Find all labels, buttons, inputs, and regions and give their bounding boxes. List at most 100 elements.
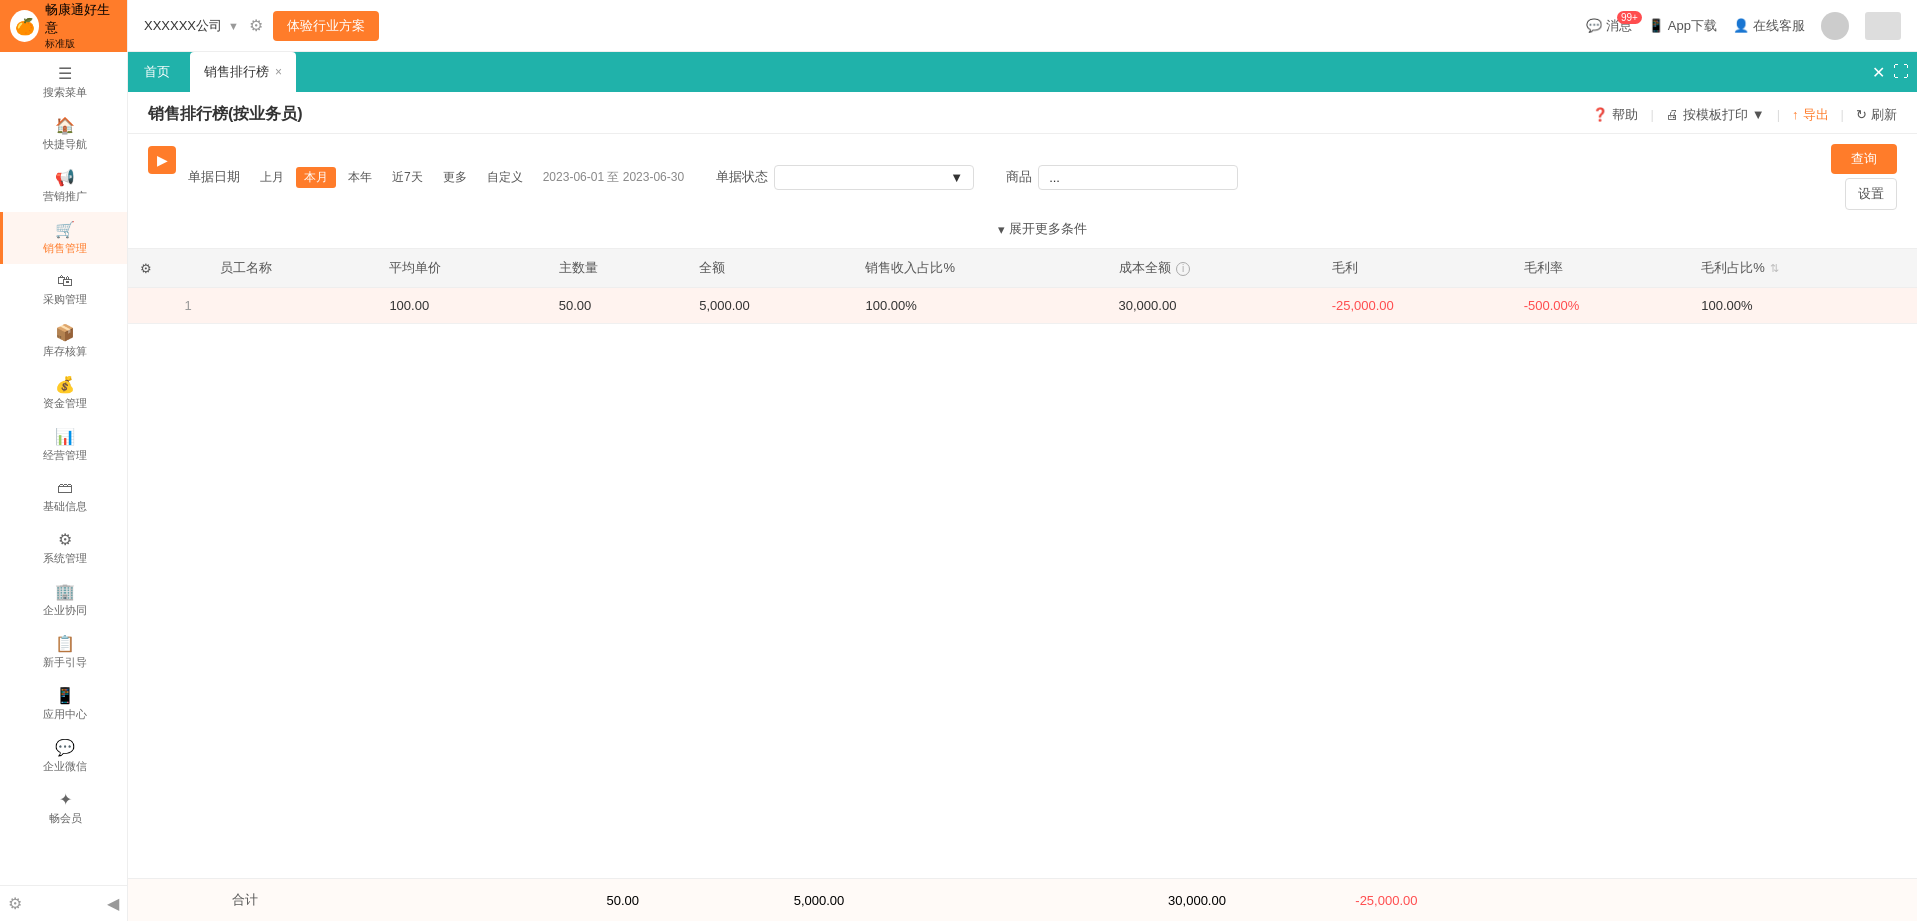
td-sales-pct: 100.00% xyxy=(853,288,1106,324)
sidebar-bottom: ⚙ ◀ xyxy=(0,885,127,921)
status-label: 单据状态 xyxy=(716,168,768,186)
sidebar-item-appstore[interactable]: 📱 应用中心 xyxy=(0,678,127,730)
goods-label: 商品 xyxy=(1006,168,1032,186)
footer-main-qty: 50.00 xyxy=(594,889,781,912)
export-label: 导出 xyxy=(1803,106,1829,124)
search-order-icon: ☰ xyxy=(58,64,72,83)
sidebar-item-wechat[interactable]: 💬 企业微信 xyxy=(0,730,127,782)
print-chevron-icon: ▼ xyxy=(1752,107,1765,122)
sidebar-item-search-order[interactable]: ☰ 搜索菜单 xyxy=(0,56,127,108)
tab-maximize-btn[interactable]: ⛶ xyxy=(1893,63,1909,81)
th-gross-rate: 毛利率 xyxy=(1512,249,1690,288)
th-avg-price: 平均单价 xyxy=(377,249,546,288)
tab-close-window-btn[interactable]: ✕ xyxy=(1872,63,1885,82)
topbar-gear-button[interactable]: ⚙ xyxy=(249,16,263,35)
tab-home-label: 首页 xyxy=(144,63,170,81)
td-amount: 5,000.00 xyxy=(687,288,853,324)
th-sales-pct: 销售收入占比% xyxy=(853,249,1106,288)
th-settings[interactable]: ⚙ xyxy=(128,249,168,288)
user-avatar[interactable] xyxy=(1821,12,1849,40)
goods-select[interactable]: ... xyxy=(1038,165,1238,190)
sidebar-item-label: 经营管理 xyxy=(43,448,87,463)
basics-icon: 🗃 xyxy=(57,479,73,497)
td-gross-pct: 100.00% xyxy=(1689,288,1917,324)
status-filter: 单据状态 ▼ xyxy=(716,165,974,190)
sidebar-item-member[interactable]: ✦ 畅会员 xyxy=(0,782,127,834)
date-tab-last-month[interactable]: 上月 xyxy=(252,167,292,188)
inventory-icon: 📦 xyxy=(55,323,75,342)
th-main-qty: 主数量 xyxy=(547,249,687,288)
sidebar-item-label: 基础信息 xyxy=(43,499,87,514)
page-header: 销售排行榜(按业务员) ❓ 帮助 | 🖨 按模板打印 ▼ | ↑ 导出 | xyxy=(128,92,1917,134)
goods-filter: 商品 ... xyxy=(1006,165,1238,190)
expand-filter-button[interactable]: ▾ 展开更多条件 xyxy=(998,220,1087,238)
refresh-button[interactable]: ↻ 刷新 xyxy=(1856,106,1897,124)
logo-sub: 标准版 xyxy=(45,37,117,51)
sidebar-settings-btn[interactable]: ⚙ xyxy=(8,894,22,913)
message-icon: 💬 xyxy=(1586,18,1602,33)
footer-amount: 5,000.00 xyxy=(782,889,969,912)
wechat-icon: 💬 xyxy=(55,738,75,757)
help-icon: ❓ xyxy=(1592,107,1608,122)
tab-close-button[interactable]: × xyxy=(275,65,282,79)
sidebar-item-label: 快捷导航 xyxy=(43,137,87,152)
online-service-button[interactable]: 👤 在线客服 xyxy=(1733,17,1805,35)
help-button[interactable]: ❓ 帮助 xyxy=(1592,106,1638,124)
system-icon: ⚙ xyxy=(58,530,72,549)
status-select[interactable]: ▼ xyxy=(774,165,974,190)
sidebar-item-label: 新手引导 xyxy=(43,655,87,670)
sidebar-item-finance[interactable]: 💰 资金管理 xyxy=(0,367,127,419)
forward-button[interactable]: ▶ xyxy=(148,146,176,174)
logo: 🍊 畅康通好生意 标准版 xyxy=(0,0,127,52)
sidebar-item-inventory[interactable]: 📦 库存核算 xyxy=(0,315,127,367)
date-label: 单据日期 xyxy=(188,168,240,186)
sidebar-item-label: 搜索菜单 xyxy=(43,85,87,100)
sidebar-item-label: 企业协同 xyxy=(43,603,87,618)
date-tab-this-month[interactable]: 本月 xyxy=(296,167,336,188)
tabbar-right: ✕ ⛶ xyxy=(1872,63,1917,82)
date-tab-custom[interactable]: 自定义 xyxy=(479,167,531,188)
home-icon: 🏠 xyxy=(55,116,75,135)
company-selector[interactable]: XXXXXX公司 ▼ xyxy=(144,17,239,35)
user-name-display[interactable] xyxy=(1865,12,1901,40)
gross-pct-sort-icon[interactable]: ⇅ xyxy=(1770,262,1779,274)
search-button[interactable]: 查询 xyxy=(1831,144,1897,174)
app-label: App下载 xyxy=(1668,17,1717,35)
footer-gross-rate xyxy=(1531,896,1718,904)
td-name xyxy=(208,288,377,324)
cost-info-icon[interactable]: i xyxy=(1176,262,1190,276)
date-tab-this-year[interactable]: 本年 xyxy=(340,167,380,188)
sidebar-item-marketing[interactable]: 📢 营销推广 xyxy=(0,160,127,212)
expand-label: 展开更多条件 xyxy=(1009,220,1087,238)
tab-sales-ranking[interactable]: 销售排行榜 × xyxy=(190,52,296,92)
td-cost: 30,000.00 xyxy=(1107,288,1320,324)
sidebar-item-operations[interactable]: 📊 经营管理 xyxy=(0,419,127,471)
setting-button[interactable]: 设置 xyxy=(1845,178,1897,210)
message-button[interactable]: 💬 消息 99+ xyxy=(1586,17,1632,35)
service-label: 在线客服 xyxy=(1753,17,1805,35)
table-row: 1 100.00 50.00 5,000.00 100.00% 30,000.0… xyxy=(128,288,1917,324)
template-print-button[interactable]: 🖨 按模板打印 ▼ xyxy=(1666,106,1765,124)
date-tab-7days[interactable]: 近7天 xyxy=(384,167,431,188)
sidebar-item-enterprise[interactable]: 🏢 企业协同 xyxy=(0,574,127,626)
sidebar-item-sales[interactable]: 🛒 销售管理 xyxy=(0,212,127,264)
trial-button[interactable]: 体验行业方案 xyxy=(273,11,379,41)
sidebar-item-purchase[interactable]: 🛍 采购管理 xyxy=(0,264,127,315)
tab-home[interactable]: 首页 xyxy=(128,52,186,92)
sidebar-item-quick-nav[interactable]: 🏠 快捷导航 xyxy=(0,108,127,160)
sidebar-item-label: 采购管理 xyxy=(43,292,87,307)
export-button[interactable]: ↑ 导出 xyxy=(1792,106,1829,124)
app-download-button[interactable]: 📱 App下载 xyxy=(1648,17,1717,35)
chevron-down-icon: ▾ xyxy=(998,222,1005,237)
tab-sales-ranking-label: 销售排行榜 xyxy=(204,63,269,81)
company-name: XXXXXX公司 xyxy=(144,17,222,35)
date-tab-more[interactable]: 更多 xyxy=(435,167,475,188)
filter-actions: 查询 设置 xyxy=(1831,144,1897,210)
sidebar-collapse-btn[interactable]: ◀ xyxy=(107,894,119,913)
footer-gross-pct xyxy=(1718,896,1905,904)
table-container: ⚙ 员工名称 平均单价 主数量 全额 销售收入占比% 成本全额 i xyxy=(128,249,1917,878)
sidebar-item-guide[interactable]: 📋 新手引导 xyxy=(0,626,127,678)
filter-row-2: ▾ 展开更多条件 xyxy=(188,216,1897,244)
sidebar-item-system[interactable]: ⚙ 系统管理 xyxy=(0,522,127,574)
sidebar-item-basics[interactable]: 🗃 基础信息 xyxy=(0,471,127,522)
